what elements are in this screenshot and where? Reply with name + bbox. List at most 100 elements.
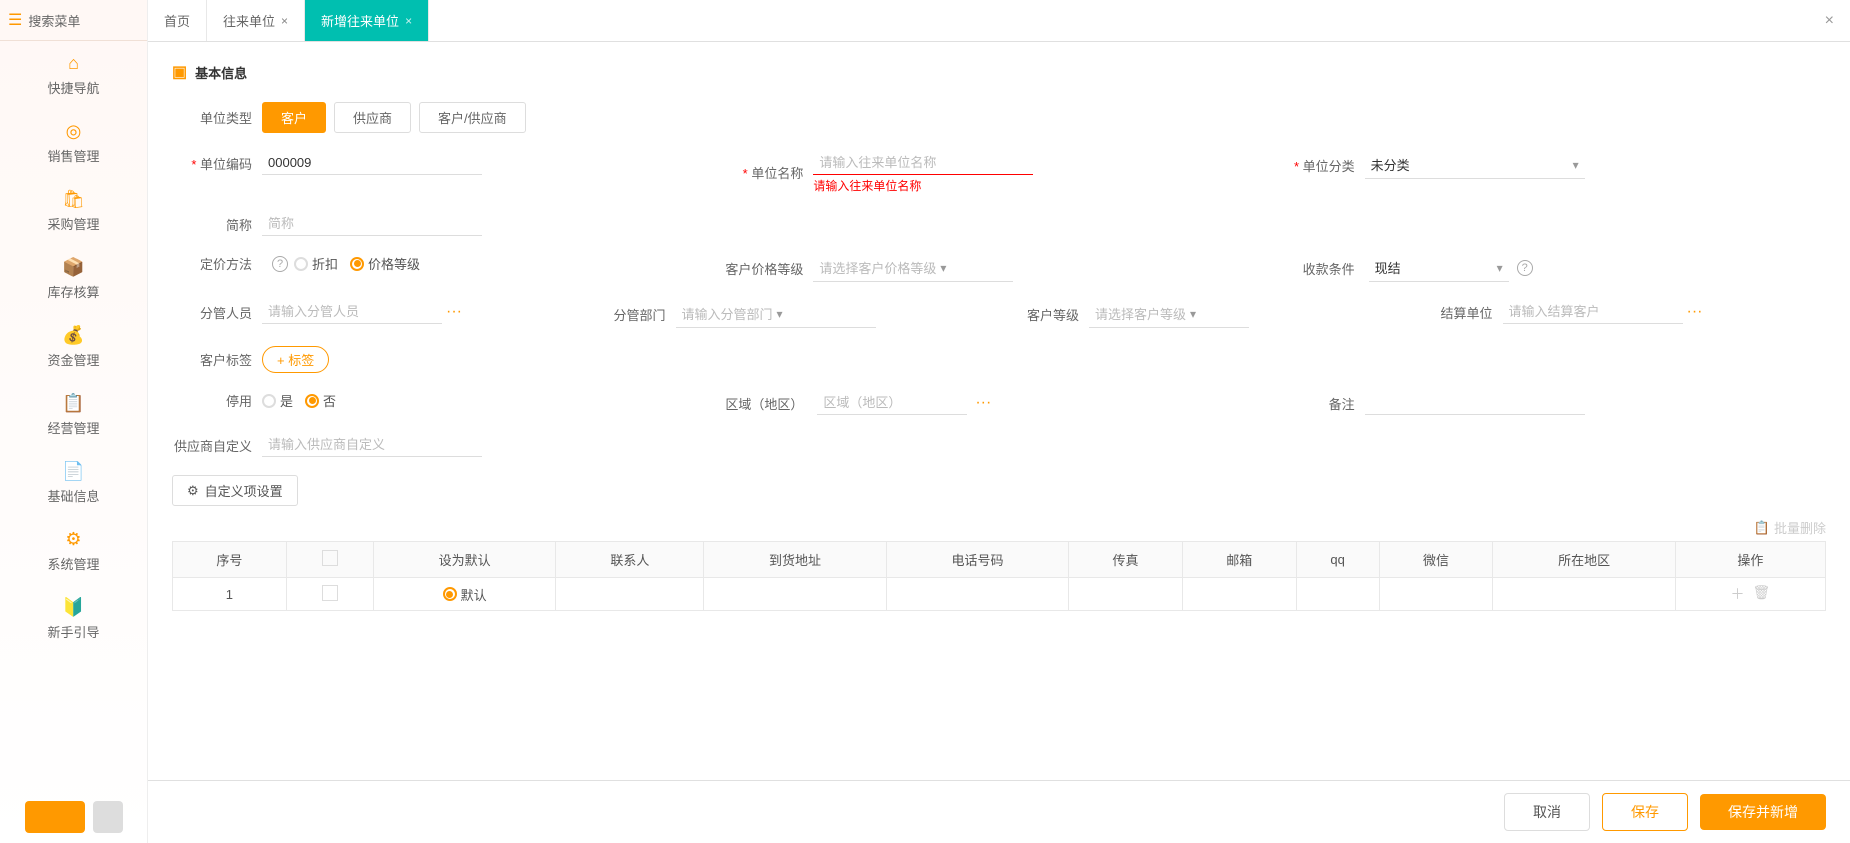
tab-home[interactable]: 首页 <box>148 0 207 41</box>
tab-partner-list-close[interactable]: × <box>281 14 288 28</box>
col-action: 操作 <box>1675 542 1825 578</box>
payment-terms-select[interactable]: 现结 ▾ <box>1369 254 1509 282</box>
sidebar-footer-btn[interactable] <box>25 801 85 833</box>
type-btn-supplier[interactable]: 供应商 <box>334 102 411 133</box>
col-wechat: 微信 <box>1379 542 1493 578</box>
cell-contact <box>556 578 704 611</box>
batch-delete-label[interactable]: 批量删除 <box>1774 518 1826 537</box>
cell-wechat <box>1379 578 1493 611</box>
unit-code-field: 单位编码 <box>172 151 723 175</box>
abbreviation-row: 简称 <box>172 212 1826 236</box>
add-row-button[interactable]: ＋ <box>1731 584 1745 604</box>
unit-code-input[interactable] <box>262 151 482 175</box>
tab-new-partner[interactable]: 新增往来单位 × <box>305 0 429 41</box>
sidebar-item-basic-info[interactable]: 📄 基础信息 <box>0 449 147 517</box>
tag-label: 客户标签 <box>172 350 262 369</box>
settlement-ellipsis[interactable]: ··· <box>1683 303 1707 321</box>
disabled-radio-no-circle <box>305 394 319 408</box>
unit-name-input[interactable] <box>813 151 1033 175</box>
system-icon: ⚙ <box>65 529 81 550</box>
row-default-radio[interactable]: 默认 <box>382 585 547 604</box>
remarks-label: 备注 <box>1275 394 1365 413</box>
search-icon: ☰ <box>8 10 22 30</box>
settlement-field: 结算单位 ··· <box>1413 300 1827 324</box>
col-email: 邮箱 <box>1182 542 1296 578</box>
cell-default: 默认 <box>373 578 555 611</box>
region-ellipsis[interactable]: ··· <box>971 394 995 412</box>
col-region: 所在地区 <box>1493 542 1675 578</box>
pricing-radio-discount[interactable]: 折扣 <box>294 254 338 273</box>
payment-terms-help-icon[interactable]: ? <box>1517 260 1533 276</box>
tab-new-partner-close[interactable]: × <box>405 14 412 28</box>
sidebar-item-quick-nav[interactable]: ⌂ 快捷导航 <box>0 41 147 109</box>
save-button[interactable]: 保存 <box>1602 793 1688 831</box>
sidebar-item-purchase[interactable]: 🛍 采购管理 <box>0 177 147 245</box>
manager-ellipsis[interactable]: ··· <box>442 303 466 321</box>
disabled-radio-no-label: 否 <box>323 391 336 410</box>
department-select[interactable]: 请输入分管部门 ▾ <box>676 300 876 328</box>
payment-terms-chevron: ▾ <box>1497 261 1503 275</box>
unit-category-select[interactable]: 未分类 ▾ <box>1365 151 1585 179</box>
sidebar-item-inventory[interactable]: 📦 库存核算 <box>0 245 147 313</box>
col-address: 到货地址 <box>704 542 886 578</box>
header-checkbox[interactable] <box>322 550 338 566</box>
row-checkbox[interactable] <box>322 585 338 601</box>
type-btn-customer[interactable]: 客户 <box>262 102 326 133</box>
sidebar: ☰ 搜索菜单 ⌂ 快捷导航 ◎ 销售管理 🛍 采购管理 📦 库存核算 💰 资金管… <box>0 0 148 843</box>
remarks-input[interactable] <box>1365 391 1585 415</box>
customer-price-field: 客户价格等级 请选择客户价格等级 ▾ <box>723 254 1274 282</box>
contact-table-body: 1 默认 <box>173 578 1826 611</box>
sidebar-item-system[interactable]: ⚙ 系统管理 <box>0 517 147 585</box>
pricing-radio-level[interactable]: 价格等级 <box>350 254 420 273</box>
main-area: 首页 往来单位 × 新增往来单位 × × ▣ 基本信息 单位类型 客户 供应商 … <box>148 0 1850 843</box>
tabbar-close-icon[interactable]: × <box>1825 12 1834 30</box>
sidebar-item-operations[interactable]: 📋 经营管理 <box>0 381 147 449</box>
type-btn-both[interactable]: 客户/供应商 <box>419 102 526 133</box>
sidebar-item-sales[interactable]: ◎ 销售管理 <box>0 109 147 177</box>
col-contact: 联系人 <box>556 542 704 578</box>
customer-price-select[interactable]: 请选择客户价格等级 ▾ <box>813 254 1013 282</box>
customer-level-chevron: ▾ <box>1190 307 1196 321</box>
abbreviation-input[interactable] <box>262 212 482 236</box>
custom-settings-button[interactable]: ⚙ 自定义项设置 <box>172 475 298 506</box>
payment-terms-label: 收款条件 <box>1275 259 1365 278</box>
cell-phone <box>886 578 1068 611</box>
settlement-input[interactable] <box>1503 300 1683 324</box>
department-label: 分管部门 <box>586 305 676 324</box>
cancel-button[interactable]: 取消 <box>1504 793 1590 831</box>
save-new-button[interactable]: 保存并新增 <box>1700 794 1826 830</box>
sidebar-footer-btn2[interactable] <box>93 801 123 833</box>
row-default-radio-dot <box>446 591 453 598</box>
sidebar-item-finance[interactable]: 💰 资金管理 <box>0 313 147 381</box>
sidebar-item-label: 销售管理 <box>47 146 99 165</box>
sidebar-item-label: 经营管理 <box>47 418 99 437</box>
custom-settings-label: 自定义项设置 <box>205 481 283 500</box>
manager-input[interactable] <box>262 300 442 324</box>
region-input[interactable] <box>817 391 967 415</box>
sidebar-item-guide[interactable]: 🔰 新手引导 <box>0 585 147 653</box>
tab-home-label: 首页 <box>164 11 190 30</box>
supplier-custom-input[interactable] <box>262 433 482 457</box>
section-title-icon: ▣ <box>172 62 187 82</box>
pricing-radio-level-circle <box>350 257 364 271</box>
abbreviation-label: 简称 <box>172 215 262 234</box>
row-default-radio-circle <box>443 587 457 601</box>
customer-level-select[interactable]: 请选择客户等级 ▾ <box>1089 300 1249 328</box>
tag-field: 客户标签 + 标签 <box>172 346 1826 373</box>
add-tag-button[interactable]: + 标签 <box>262 346 329 373</box>
unit-name-field: 单位名称 请输入往来单位名称 <box>723 151 1274 194</box>
cell-seq: 1 <box>173 578 287 611</box>
tab-partner-list[interactable]: 往来单位 × <box>207 0 305 41</box>
unit-type-row: 单位类型 客户 供应商 客户/供应商 <box>172 102 1826 133</box>
sales-icon: ◎ <box>66 121 82 142</box>
sidebar-search[interactable]: ☰ 搜索菜单 <box>0 0 147 41</box>
delete-row-button[interactable]: 🗑 <box>1753 584 1771 604</box>
sidebar-footer <box>0 791 147 843</box>
disabled-radio-no[interactable]: 否 <box>305 391 336 410</box>
cell-action: ＋ 🗑 <box>1675 578 1825 611</box>
disabled-radio-yes[interactable]: 是 <box>262 391 293 410</box>
table-row: 1 默认 <box>173 578 1826 611</box>
sidebar-item-label: 快捷导航 <box>47 78 99 97</box>
payment-terms-field: 收款条件 现结 ▾ ? <box>1275 254 1826 282</box>
pricing-help-icon[interactable]: ? <box>272 256 288 272</box>
